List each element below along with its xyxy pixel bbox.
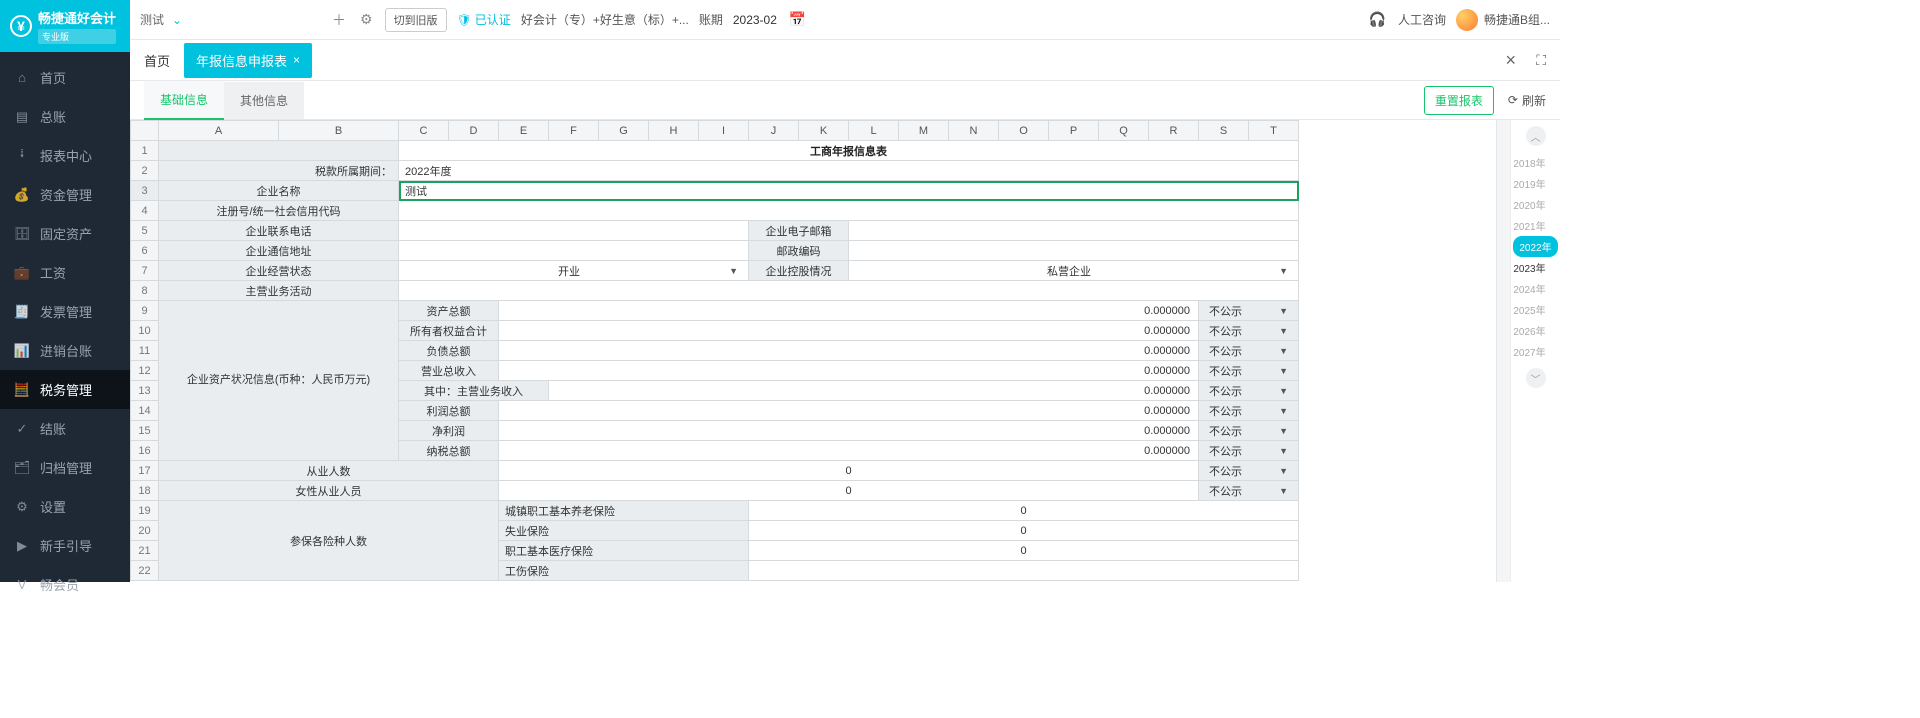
topbar: 测试 ⌄ ＋ ⚙ 切到旧版 🛡 已认证 好会计（专）+好生意（标）+... 账期…: [130, 0, 1560, 40]
refresh-icon: ⟳: [1508, 93, 1518, 107]
user-name: 畅捷通B组...: [1484, 11, 1550, 28]
plan-text: 好会计（专）+好生意（标）+...: [521, 11, 689, 28]
avatar: [1456, 9, 1478, 31]
brand-logo: ¥ 畅捷通好会计 专业版: [0, 0, 130, 52]
tab-home[interactable]: 首页: [144, 51, 170, 70]
sidebar-item-8[interactable]: 🧮税务管理: [0, 370, 130, 409]
nav-icon: ✓: [14, 421, 30, 437]
company-select[interactable]: 测试 ⌄: [140, 11, 320, 28]
nav-icon: ⚙: [14, 499, 30, 515]
sidebar-nav: ⌂首页▤总账⭭报表中心💰资金管理🗄固定资产💼工资🧾发票管理📊进销台账🧮税务管理✓…: [0, 52, 130, 604]
sidebar-item-5[interactable]: 💼工资: [0, 253, 130, 292]
sidebar-item-4[interactable]: 🗄固定资产: [0, 214, 130, 253]
user-menu[interactable]: 畅捷通B组...: [1456, 9, 1550, 31]
page-tabs: 首页 年报信息申报表 × × ⛶: [130, 40, 1560, 80]
nav-icon: 🧮: [14, 382, 30, 398]
sidebar-item-7[interactable]: 📊进销台账: [0, 331, 130, 370]
nav-icon: 🗂: [14, 460, 30, 476]
sidebar-item-6[interactable]: 🧾发票管理: [0, 292, 130, 331]
year-2018年[interactable]: 2018年: [1513, 152, 1557, 173]
calendar-icon[interactable]: 📅: [787, 11, 808, 28]
sidebar-item-9[interactable]: ✓结账: [0, 409, 130, 448]
shield-icon: 🛡: [457, 13, 472, 27]
sidebar-item-10[interactable]: 🗂归档管理: [0, 448, 130, 487]
publicity-select[interactable]: 不公示▼: [1203, 383, 1294, 399]
publicity-select[interactable]: 不公示▼: [1203, 443, 1294, 459]
publicity-select[interactable]: 不公示▼: [1203, 483, 1294, 499]
sidebar-item-1[interactable]: ▤总账: [0, 97, 130, 136]
period-value[interactable]: 2023-02: [733, 13, 777, 27]
fullscreen-icon[interactable]: ⛶: [1536, 52, 1546, 69]
close-icon[interactable]: ×: [1505, 50, 1516, 71]
gear-icon[interactable]: ⚙: [358, 11, 375, 28]
subtab-basic[interactable]: 基础信息: [144, 81, 224, 120]
nav-icon: 🧾: [14, 304, 30, 320]
nav-icon: 🗄: [14, 226, 30, 242]
sidebar-item-0[interactable]: ⌂首页: [0, 58, 130, 97]
period-label: 账期: [699, 11, 723, 28]
sidebar-item-13[interactable]: V畅会员: [0, 565, 130, 604]
sidebar-item-11[interactable]: ⚙设置: [0, 487, 130, 526]
nav-icon: ⌂: [14, 70, 30, 86]
nav-icon: ▶: [14, 538, 30, 554]
company-name-cell[interactable]: 测试: [399, 181, 1299, 201]
nav-icon: ⭭: [14, 148, 30, 164]
subtab-other[interactable]: 其他信息: [224, 82, 304, 119]
nav-icon: 📊: [14, 343, 30, 359]
support-link[interactable]: 人工咨询: [1398, 11, 1446, 28]
publicity-select[interactable]: 不公示▼: [1203, 343, 1294, 359]
publicity-select[interactable]: 不公示▼: [1203, 363, 1294, 379]
year-2019年[interactable]: 2019年: [1513, 173, 1557, 194]
company-name: 测试: [140, 11, 164, 28]
year-2026年[interactable]: 2026年: [1513, 320, 1557, 341]
sidebar: ¥ 畅捷通好会计 专业版 ⌂首页▤总账⭭报表中心💰资金管理🗄固定资产💼工资🧾发票…: [0, 0, 130, 582]
add-icon[interactable]: ＋: [330, 10, 348, 30]
operating-status-select[interactable]: 开业▼: [403, 263, 744, 279]
sidebar-item-3[interactable]: 💰资金管理: [0, 175, 130, 214]
sidebar-item-2[interactable]: ⭭报表中心: [0, 136, 130, 175]
nav-icon: 💼: [14, 265, 30, 281]
year-2025年[interactable]: 2025年: [1513, 299, 1557, 320]
year-2023年[interactable]: 2023年: [1513, 257, 1557, 278]
year-rail: ︿ 2018年2019年2020年2021年2022年2023年2024年202…: [1510, 120, 1560, 582]
publicity-select[interactable]: 不公示▼: [1203, 423, 1294, 439]
brand-name: 畅捷通好会计: [38, 8, 116, 27]
year-2024年[interactable]: 2024年: [1513, 278, 1557, 299]
publicity-select[interactable]: 不公示▼: [1203, 323, 1294, 339]
refresh-button[interactable]: ⟳ 刷新: [1508, 92, 1546, 109]
year-2027年[interactable]: 2027年: [1513, 341, 1557, 362]
nav-icon: ▤: [14, 109, 30, 125]
verified-badge: 🛡 已认证: [457, 11, 511, 28]
sidebar-item-12[interactable]: ▶新手引导: [0, 526, 130, 565]
publicity-select[interactable]: 不公示▼: [1203, 403, 1294, 419]
brand-edition: 专业版: [38, 29, 116, 44]
nav-icon: V: [14, 577, 30, 593]
close-tab-icon[interactable]: ×: [293, 53, 300, 67]
nav-icon: 💰: [14, 187, 30, 203]
year-up-icon[interactable]: ︿: [1526, 126, 1546, 146]
spreadsheet[interactable]: ABCDEFGHIJKLMNOPQRST1工商年报信息表2税款所属期间：2022…: [130, 120, 1496, 582]
sub-tabs: 基础信息 其他信息 重置报表 ⟳ 刷新: [130, 80, 1560, 120]
holding-select[interactable]: 私营企业▼: [853, 263, 1294, 279]
switch-old-button[interactable]: 切到旧版: [385, 8, 447, 32]
headset-icon[interactable]: 🎧: [1367, 11, 1388, 28]
reset-button[interactable]: 重置报表: [1424, 86, 1494, 115]
scrollbar-vertical[interactable]: [1496, 120, 1510, 582]
year-2021年[interactable]: 2021年: [1513, 215, 1557, 236]
publicity-select[interactable]: 不公示▼: [1203, 463, 1294, 479]
chevron-down-icon: ⌄: [172, 13, 182, 27]
tab-annual-report[interactable]: 年报信息申报表 ×: [184, 43, 312, 78]
year-2020年[interactable]: 2020年: [1513, 194, 1557, 215]
year-2022年[interactable]: 2022年: [1513, 236, 1557, 257]
year-down-icon[interactable]: ﹀: [1526, 368, 1546, 388]
publicity-select[interactable]: 不公示▼: [1203, 303, 1294, 319]
brand-icon: ¥: [10, 15, 32, 37]
